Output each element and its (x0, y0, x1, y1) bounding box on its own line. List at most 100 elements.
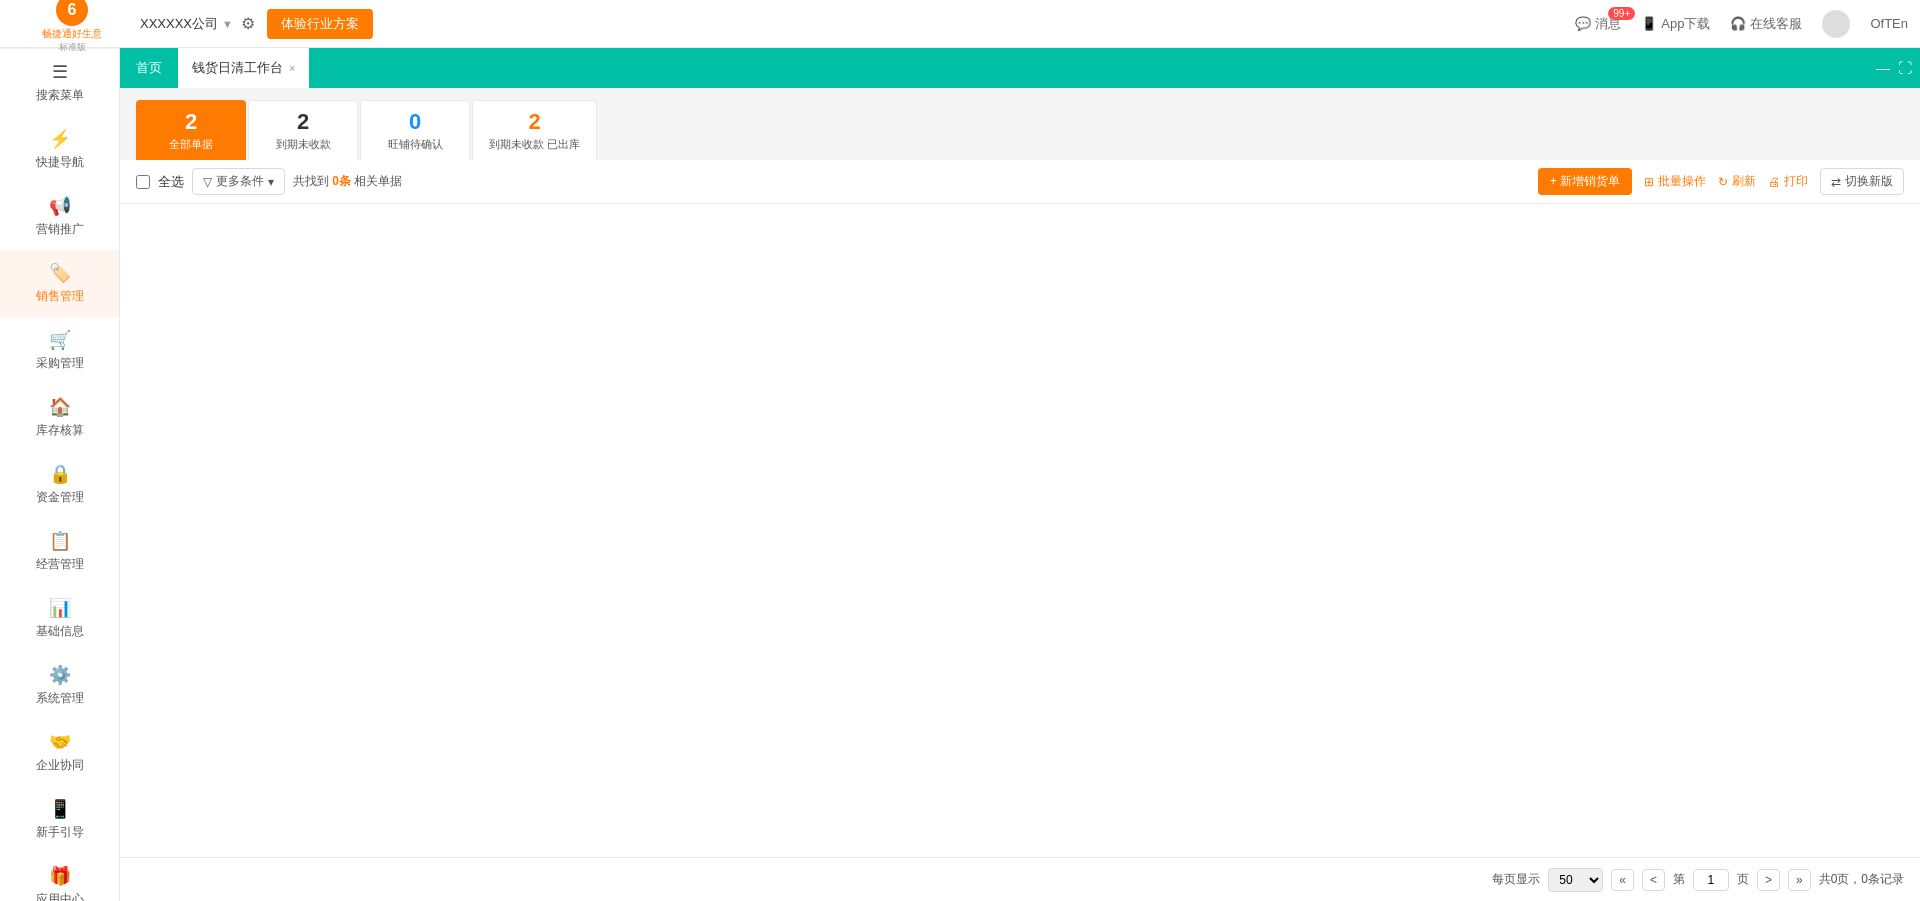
experience-button[interactable]: 体验行业方案 (267, 9, 373, 39)
sidebar-label-app-center: 应用中心 (36, 891, 84, 901)
company-name: XXXXXX公司 (140, 15, 218, 33)
app-download-button[interactable]: 📱 App下载 (1641, 15, 1710, 33)
content-area: 2 全部单据 2 到期未收款 0 旺铺待确认 2 到期未收款 已出库 (120, 88, 1920, 901)
batch-icon: ⊞ (1644, 175, 1654, 189)
batch-label: 批量操作 (1658, 173, 1706, 190)
sidebar-label-quick-nav: 快捷导航 (36, 154, 84, 171)
message-badge: 99+ (1608, 7, 1635, 20)
tab-bar: 首页 钱货日清工作台 × — ⛶ (120, 48, 1920, 88)
filter-button[interactable]: ▽ 更多条件 ▾ (192, 168, 285, 195)
add-sales-order-button[interactable]: + 新增销货单 (1538, 168, 1632, 195)
sidebar-item-purchase[interactable]: 🛒 采购管理 (0, 317, 119, 384)
sidebar-item-operations[interactable]: 📋 经营管理 (0, 518, 119, 585)
guide-icon: 📱 (49, 798, 71, 820)
sidebar-item-quick-nav[interactable]: ⚡ 快捷导航 (0, 116, 119, 183)
stat-tab-due-unpaid[interactable]: 2 到期未收款 (248, 100, 358, 160)
tab-expand-icon[interactable]: ⛶ (1898, 60, 1912, 76)
marketing-icon: 📢 (49, 195, 71, 217)
tab-close-icon[interactable]: × (289, 62, 295, 74)
logo-name: 畅捷通好生意 (42, 27, 102, 41)
sidebar-label-inventory: 库存核算 (36, 422, 84, 439)
layout: ☰ 搜索菜单 ⚡ 快捷导航 📢 营销推广 🏷️ 销售管理 🛒 采购管理 🏠 库存… (0, 48, 1920, 901)
company-selector[interactable]: XXXXXX公司 ▼ (140, 15, 233, 33)
sidebar-label-operations: 经营管理 (36, 556, 84, 573)
sidebar-label-cooperation: 企业协同 (36, 757, 84, 774)
tab-minimize-icon[interactable]: — (1876, 60, 1890, 76)
base-info-icon: 📊 (49, 597, 71, 619)
prev-page-button[interactable]: < (1642, 869, 1665, 891)
finance-icon: 🔒 (49, 463, 71, 485)
page-size-select[interactable]: 50 100 200 (1548, 868, 1603, 892)
top-bar-right: 💬 消息 99+ 📱 App下载 🎧 在线客服 OfTEn (1575, 10, 1908, 38)
switch-version-button[interactable]: ⇄ 切换新版 (1820, 168, 1904, 195)
select-all-checkbox[interactable] (136, 175, 150, 189)
next-page-button[interactable]: > (1757, 869, 1780, 891)
stat-label-due-unpaid: 到期未收款 (276, 137, 331, 152)
inventory-icon: 🏠 (49, 396, 71, 418)
switch-label: 切换新版 (1845, 173, 1893, 190)
sidebar-item-app-center[interactable]: 🎁 应用中心 (0, 853, 119, 901)
stat-tab-due-unout[interactable]: 2 到期未收款 已出库 (472, 100, 597, 160)
sidebar-item-guide[interactable]: 📱 新手引导 (0, 786, 119, 853)
app-center-icon: 🎁 (49, 865, 71, 887)
service-label: 在线客服 (1750, 15, 1802, 33)
sidebar-item-inventory[interactable]: 🏠 库存核算 (0, 384, 119, 451)
stat-num-due-unout: 2 (528, 109, 540, 135)
select-all-label: 全选 (158, 173, 184, 191)
service-icon: 🎧 (1730, 16, 1746, 31)
print-label: 打印 (1784, 173, 1808, 190)
sidebar: ☰ 搜索菜单 ⚡ 快捷导航 📢 营销推广 🏷️ 销售管理 🛒 采购管理 🏠 库存… (0, 48, 120, 901)
online-service-button[interactable]: 🎧 在线客服 (1730, 15, 1802, 33)
sidebar-item-base-info[interactable]: 📊 基础信息 (0, 585, 119, 652)
logo-icon: 6 (56, 0, 88, 26)
stat-label-pending: 旺铺待确认 (388, 137, 443, 152)
sidebar-label-search-menu: 搜索菜单 (36, 87, 84, 104)
refresh-button[interactable]: ↻ 刷新 (1718, 173, 1756, 190)
table-area (120, 204, 1920, 857)
tab-active-label: 钱货日清工作台 (192, 59, 283, 77)
found-count: 0条 (332, 174, 351, 188)
sidebar-item-cooperation[interactable]: 🤝 企业协同 (0, 719, 119, 786)
refresh-label: 刷新 (1732, 173, 1756, 190)
sidebar-item-search-menu[interactable]: ☰ 搜索菜单 (0, 48, 119, 116)
logo: 6 畅捷通好生意 标准版 (12, 0, 132, 54)
avatar[interactable] (1822, 10, 1850, 38)
first-page-button[interactable]: « (1611, 869, 1634, 891)
pagination-bar: 每页显示 50 100 200 « < 第 页 > » 共0页，0条记录 (120, 857, 1920, 901)
toolbar-right: + 新增销货单 ⊞ 批量操作 ↻ 刷新 🖨 打印 ⇄ (1538, 168, 1904, 195)
system-icon: ⚙️ (49, 664, 71, 686)
stat-tab-all[interactable]: 2 全部单据 (136, 100, 246, 160)
stats-tabs: 2 全部单据 2 到期未收款 0 旺铺待确认 2 到期未收款 已出库 (120, 88, 1920, 160)
sidebar-label-system: 系统管理 (36, 690, 84, 707)
top-bar: 6 畅捷通好生意 标准版 XXXXXX公司 ▼ ⚙ 体验行业方案 💬 消息 99… (0, 0, 1920, 48)
sidebar-item-sales[interactable]: 🏷️ 销售管理 (0, 250, 119, 317)
print-button[interactable]: 🖨 打印 (1768, 173, 1808, 190)
tab-home[interactable]: 首页 (120, 48, 178, 88)
sidebar-item-system[interactable]: ⚙️ 系统管理 (0, 652, 119, 719)
sidebar-label-base-info: 基础信息 (36, 623, 84, 640)
username[interactable]: OfTEn (1870, 16, 1908, 31)
settings-icon[interactable]: ⚙ (241, 14, 255, 33)
switch-icon: ⇄ (1831, 175, 1841, 189)
sidebar-label-sales: 销售管理 (36, 288, 84, 305)
page-label: 页 (1737, 871, 1749, 888)
sidebar-label-marketing: 营销推广 (36, 221, 84, 238)
sidebar-label-purchase: 采购管理 (36, 355, 84, 372)
stat-tab-pending[interactable]: 0 旺铺待确认 (360, 100, 470, 160)
stat-num-pending: 0 (409, 109, 421, 135)
operations-icon: 📋 (49, 530, 71, 552)
sidebar-item-finance[interactable]: 🔒 资金管理 (0, 451, 119, 518)
sidebar-item-marketing[interactable]: 📢 营销推广 (0, 183, 119, 250)
stat-label-all: 全部单据 (169, 137, 213, 152)
batch-operation-button[interactable]: ⊞ 批量操作 (1644, 173, 1706, 190)
total-records: 共0页，0条记录 (1819, 871, 1904, 888)
main-content: 首页 钱货日清工作台 × — ⛶ 2 全部单据 2 到期未收款 (120, 48, 1920, 901)
stat-num-all: 2 (185, 109, 197, 135)
toolbar: 全选 ▽ 更多条件 ▾ 共找到 0条 相关单据 + 新增销货单 ⊞ 批量操作 (120, 160, 1920, 204)
tab-active[interactable]: 钱货日清工作台 × (178, 48, 309, 88)
message-button[interactable]: 💬 消息 99+ (1575, 15, 1621, 33)
tab-bar-actions: — ⛶ (1876, 60, 1920, 76)
page-number-input[interactable] (1693, 869, 1729, 891)
last-page-button[interactable]: » (1788, 869, 1811, 891)
filter-icon: ▽ (203, 175, 212, 189)
